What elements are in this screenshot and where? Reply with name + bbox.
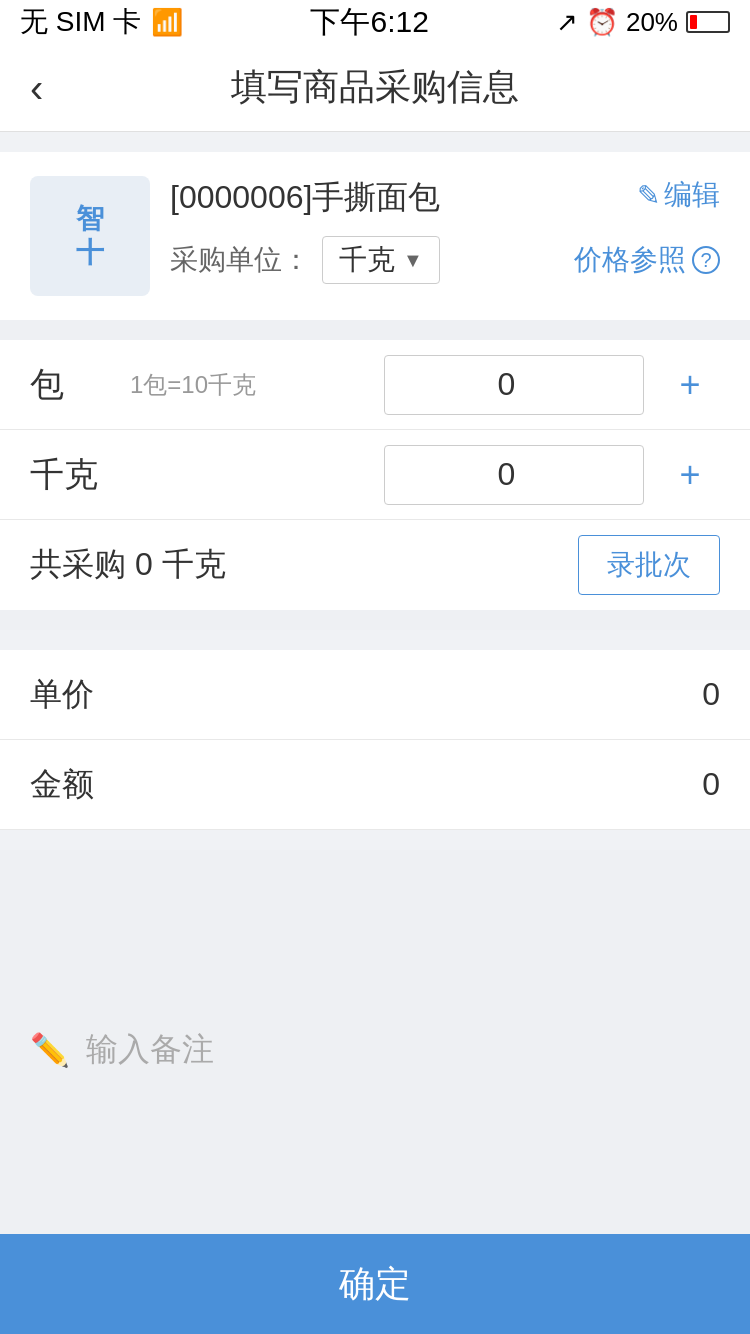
price-ref-help-icon: ? — [692, 246, 720, 274]
unit-price-row: 单价 0 — [0, 650, 750, 740]
status-right: ↗ ⏰ 20% — [556, 7, 730, 38]
page-title: 填写商品采购信息 — [231, 63, 519, 112]
battery-icon — [686, 11, 730, 33]
edit-label: 编辑 — [664, 176, 720, 214]
dropdown-arrow-icon: ▼ — [403, 249, 423, 272]
edit-button[interactable]: ✎ 编辑 — [637, 176, 720, 214]
price-ref-label: 价格参照 — [574, 241, 686, 279]
purchase-unit-left: 采购单位： 千克 ▼ — [170, 236, 440, 284]
amount-label: 金额 — [30, 763, 94, 807]
kg-plus-button[interactable]: + — [660, 445, 720, 505]
purchase-unit-row: 采购单位： 千克 ▼ 价格参照 ? — [170, 236, 720, 284]
pack-sublabel: 1包=10千克 — [130, 369, 364, 401]
back-button[interactable]: ‹ — [30, 68, 43, 108]
battery-percent: 20% — [626, 7, 678, 38]
carrier-text: 无 SIM 卡 — [20, 3, 141, 41]
unit-price-label: 单价 — [30, 673, 94, 717]
pack-input[interactable] — [384, 355, 644, 415]
section-divider-2 — [0, 610, 750, 630]
kg-input[interactable] — [384, 445, 644, 505]
location-icon: ↗ — [556, 7, 578, 38]
unit-value: 千克 — [339, 241, 395, 279]
note-section[interactable]: ✏️ 输入备注 — [0, 850, 750, 1250]
amount-row: 金额 0 — [0, 740, 750, 830]
pack-plus-button[interactable]: + — [660, 355, 720, 415]
confirm-label: 确定 — [339, 1260, 411, 1309]
section-divider-1 — [0, 320, 750, 340]
pack-input-wrapper: + — [384, 355, 720, 415]
nav-bar: ‹ 填写商品采购信息 — [0, 44, 750, 132]
status-bar: 无 SIM 卡 📶 下午6:12 ↗ ⏰ 20% — [0, 0, 750, 44]
alarm-icon: ⏰ — [586, 7, 618, 38]
status-left: 无 SIM 卡 📶 — [20, 3, 183, 41]
product-logo: 智 十 — [76, 202, 104, 269]
pack-input-row: 包 1包=10千克 + — [0, 340, 750, 430]
confirm-button[interactable]: 确定 — [0, 1234, 750, 1334]
main-content: 智 十 [0000006]手撕面包 ✎ 编辑 采购单位： 千克 ▼ — [0, 152, 750, 1334]
product-name-row: [0000006]手撕面包 ✎ 编辑 — [170, 176, 720, 220]
pack-label: 包 — [30, 362, 110, 408]
unit-selector[interactable]: 千克 ▼ — [322, 236, 440, 284]
unit-label: 采购单位： — [170, 241, 310, 279]
product-name: [0000006]手撕面包 — [170, 176, 440, 220]
kg-label: 千克 — [30, 452, 110, 498]
edit-icon: ✎ — [637, 179, 660, 212]
wifi-icon: 📶 — [151, 7, 183, 38]
amount-value: 0 — [702, 766, 720, 803]
pricing-section: 单价 0 金额 0 — [0, 650, 750, 830]
price-ref-button[interactable]: 价格参照 ? — [574, 241, 720, 279]
product-thumbnail: 智 十 — [30, 176, 150, 296]
kg-input-wrapper: + — [384, 445, 720, 505]
kg-input-row: 千克 + — [0, 430, 750, 520]
note-placeholder-text: 输入备注 — [86, 1028, 214, 1072]
batch-button[interactable]: 录批次 — [578, 535, 720, 595]
status-time: 下午6:12 — [310, 2, 428, 43]
total-row: 共采购 0 千克 录批次 — [0, 520, 750, 610]
note-pencil-icon: ✏️ — [30, 1031, 70, 1069]
product-card: 智 十 [0000006]手撕面包 ✎ 编辑 采购单位： 千克 ▼ — [0, 152, 750, 320]
input-section: 包 1包=10千克 + 千克 + — [0, 340, 750, 520]
product-info: [0000006]手撕面包 ✎ 编辑 采购单位： 千克 ▼ 价格参照 — [170, 176, 720, 284]
total-text: 共采购 0 千克 — [30, 543, 226, 587]
unit-price-value: 0 — [702, 676, 720, 713]
